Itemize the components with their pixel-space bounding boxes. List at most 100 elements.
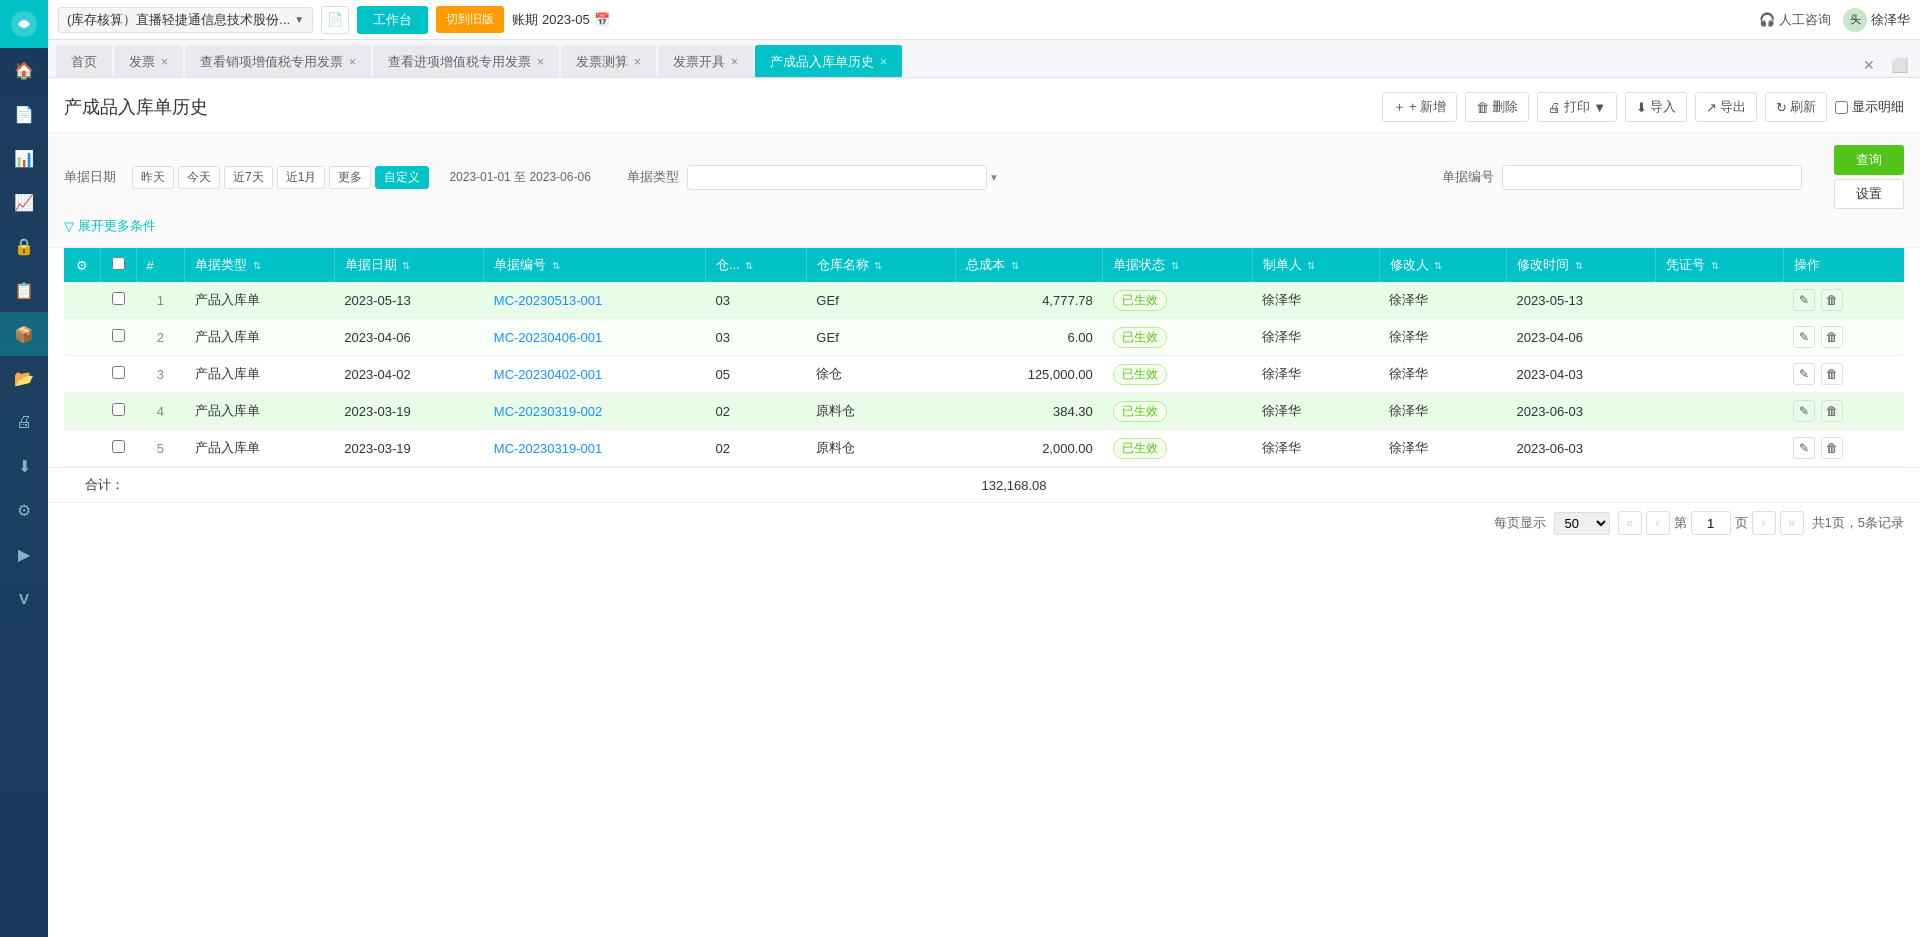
th-voucher-no[interactable]: 凭证号 ⇅ bbox=[1656, 248, 1783, 282]
sidebar-item-charts[interactable]: 📊 bbox=[0, 136, 48, 180]
sidebar-item-inventory[interactable]: 📦 bbox=[0, 312, 48, 356]
date-btn-today[interactable]: 今天 bbox=[178, 166, 220, 189]
date-btn-custom[interactable]: 自定义 bbox=[375, 166, 429, 189]
td-checkbox-1[interactable] bbox=[100, 319, 136, 356]
td-doc-no-0[interactable]: MC-20230513-001 bbox=[484, 282, 706, 319]
date-btn-7days[interactable]: 近7天 bbox=[224, 166, 273, 189]
company-selector[interactable]: (库存核算）直播轻捷通信息技术股份... ▼ bbox=[58, 7, 313, 33]
tab-restore-icon[interactable]: ⬜ bbox=[1887, 53, 1912, 77]
tab-invoice-close[interactable]: × bbox=[161, 55, 168, 69]
th-total-cost[interactable]: 总成本 ⇅ bbox=[956, 248, 1103, 282]
export-button[interactable]: ↗ 导出 bbox=[1695, 92, 1757, 122]
delete-button[interactable]: 🗑 删除 bbox=[1465, 92, 1529, 122]
tab-sales-invoice-close[interactable]: × bbox=[349, 55, 356, 69]
doc-no-link-0[interactable]: MC-20230513-001 bbox=[494, 293, 602, 308]
tab-invoice[interactable]: 发票 × bbox=[114, 45, 183, 77]
th-status[interactable]: 单据状态 ⇅ bbox=[1103, 248, 1253, 282]
td-checkbox-3[interactable] bbox=[100, 393, 136, 430]
sidebar-item-files[interactable]: 📂 bbox=[0, 356, 48, 400]
date-btn-more[interactable]: 更多 bbox=[329, 166, 371, 189]
th-checkbox[interactable] bbox=[100, 248, 136, 282]
next-page-button[interactable]: › bbox=[1752, 511, 1776, 535]
tab-product-stock-history[interactable]: 产成品入库单历史 × bbox=[755, 45, 902, 77]
th-settings[interactable]: ⚙ bbox=[64, 248, 100, 282]
tab-close-all-icon[interactable]: ✕ bbox=[1859, 53, 1879, 77]
delete-icon-0[interactable]: 🗑 bbox=[1821, 289, 1843, 311]
edit-icon-0[interactable]: ✎ bbox=[1793, 289, 1815, 311]
sidebar-item-docs[interactable]: 📄 bbox=[0, 92, 48, 136]
print-button[interactable]: 🖨 打印 ▼ bbox=[1537, 92, 1617, 122]
user-menu[interactable]: 头 徐泽华 bbox=[1843, 8, 1910, 32]
th-doc-type[interactable]: 单据类型 ⇅ bbox=[185, 248, 335, 282]
expand-filter-button[interactable]: ▽ 展开更多条件 bbox=[64, 217, 1904, 235]
edit-icon-3[interactable]: ✎ bbox=[1793, 400, 1815, 422]
row-checkbox-4[interactable] bbox=[112, 440, 125, 453]
sidebar-item-reports[interactable]: 📋 bbox=[0, 268, 48, 312]
tab-purchase-invoice-close[interactable]: × bbox=[537, 55, 544, 69]
edit-icon-1[interactable]: ✎ bbox=[1793, 326, 1815, 348]
td-checkbox-2[interactable] bbox=[100, 356, 136, 393]
delete-icon-4[interactable]: 🗑 bbox=[1821, 437, 1843, 459]
workbench-button[interactable]: 工作台 bbox=[357, 6, 428, 34]
prev-page-button[interactable]: ‹ bbox=[1646, 511, 1670, 535]
query-button[interactable]: 查询 bbox=[1834, 145, 1904, 175]
delete-icon-2[interactable]: 🗑 bbox=[1821, 363, 1843, 385]
edit-icon-2[interactable]: ✎ bbox=[1793, 363, 1815, 385]
first-page-button[interactable]: « bbox=[1618, 511, 1642, 535]
service-button[interactable]: 🎧 人工咨询 bbox=[1759, 11, 1831, 29]
th-warehouse-code[interactable]: 仓... ⇅ bbox=[705, 248, 806, 282]
tab-sales-invoice[interactable]: 查看销项增值税专用发票 × bbox=[185, 45, 371, 77]
refresh-button[interactable]: ↻ 刷新 bbox=[1765, 92, 1827, 122]
sidebar-item-settings[interactable]: ⚙ bbox=[0, 488, 48, 532]
td-checkbox-4[interactable] bbox=[100, 430, 136, 467]
td-doc-no-1[interactable]: MC-20230406-001 bbox=[484, 319, 706, 356]
new-button[interactable]: ＋ + 新增 bbox=[1382, 92, 1457, 122]
th-modifier[interactable]: 修改人 ⇅ bbox=[1379, 248, 1506, 282]
td-doc-no-3[interactable]: MC-20230319-002 bbox=[484, 393, 706, 430]
th-doc-no[interactable]: 单据编号 ⇅ bbox=[484, 248, 706, 282]
row-checkbox-1[interactable] bbox=[112, 329, 125, 342]
date-btn-1month[interactable]: 近1月 bbox=[277, 166, 326, 189]
td-doc-no-4[interactable]: MC-20230319-001 bbox=[484, 430, 706, 467]
td-checkbox-0[interactable] bbox=[100, 282, 136, 319]
tab-product-stock-history-close[interactable]: × bbox=[880, 55, 887, 69]
sidebar-item-download[interactable]: ⬇ bbox=[0, 444, 48, 488]
sidebar-item-print[interactable]: 🖨 bbox=[0, 400, 48, 444]
row-checkbox-2[interactable] bbox=[112, 366, 125, 379]
set-button[interactable]: 设置 bbox=[1834, 179, 1904, 209]
row-checkbox-3[interactable] bbox=[112, 403, 125, 416]
doc-no-link-2[interactable]: MC-20230402-001 bbox=[494, 367, 602, 382]
tab-invoice-issue-close[interactable]: × bbox=[731, 55, 738, 69]
show-details-checkbox[interactable] bbox=[1835, 101, 1848, 114]
sidebar-item-security[interactable]: 🔒 bbox=[0, 224, 48, 268]
date-btn-yesterday[interactable]: 昨天 bbox=[132, 166, 174, 189]
edit-icon-4[interactable]: ✎ bbox=[1793, 437, 1815, 459]
th-modify-time[interactable]: 修改时间 ⇅ bbox=[1506, 248, 1656, 282]
doc-no-link-4[interactable]: MC-20230319-001 bbox=[494, 441, 602, 456]
sidebar-item-home[interactable]: 🏠 bbox=[0, 48, 48, 92]
tab-purchase-invoice[interactable]: 查看进项增值税专用发票 × bbox=[373, 45, 559, 77]
doc-no-input[interactable] bbox=[1502, 165, 1802, 190]
tab-invoice-calc[interactable]: 发票测算 × bbox=[561, 45, 656, 77]
tab-invoice-calc-close[interactable]: × bbox=[634, 55, 641, 69]
doc-no-link-1[interactable]: MC-20230406-001 bbox=[494, 330, 602, 345]
doc-no-link-3[interactable]: MC-20230319-002 bbox=[494, 404, 602, 419]
import-button[interactable]: ⬇ 导入 bbox=[1625, 92, 1687, 122]
tab-invoice-issue[interactable]: 发票开具 × bbox=[658, 45, 753, 77]
page-size-select[interactable]: 20 50 100 bbox=[1554, 512, 1610, 535]
tab-home[interactable]: 首页 bbox=[56, 45, 112, 77]
row-checkbox-0[interactable] bbox=[112, 292, 125, 305]
doc-type-select[interactable] bbox=[687, 165, 987, 190]
delete-icon-1[interactable]: 🗑 bbox=[1821, 326, 1843, 348]
switch-period-button[interactable]: 切到旧版 bbox=[436, 6, 504, 33]
doc-icon-button[interactable]: 📄 bbox=[321, 6, 349, 34]
sidebar-item-analytics[interactable]: 📈 bbox=[0, 180, 48, 224]
period-calendar-icon[interactable]: 📅 bbox=[594, 12, 610, 27]
th-creator[interactable]: 制单人 ⇅ bbox=[1252, 248, 1379, 282]
th-warehouse-name[interactable]: 仓库名称 ⇅ bbox=[806, 248, 956, 282]
td-doc-no-2[interactable]: MC-20230402-001 bbox=[484, 356, 706, 393]
last-page-button[interactable]: » bbox=[1780, 511, 1804, 535]
sidebar-item-version[interactable]: V bbox=[0, 576, 48, 620]
th-doc-date[interactable]: 单据日期 ⇅ bbox=[334, 248, 484, 282]
select-all-checkbox[interactable] bbox=[112, 257, 125, 270]
